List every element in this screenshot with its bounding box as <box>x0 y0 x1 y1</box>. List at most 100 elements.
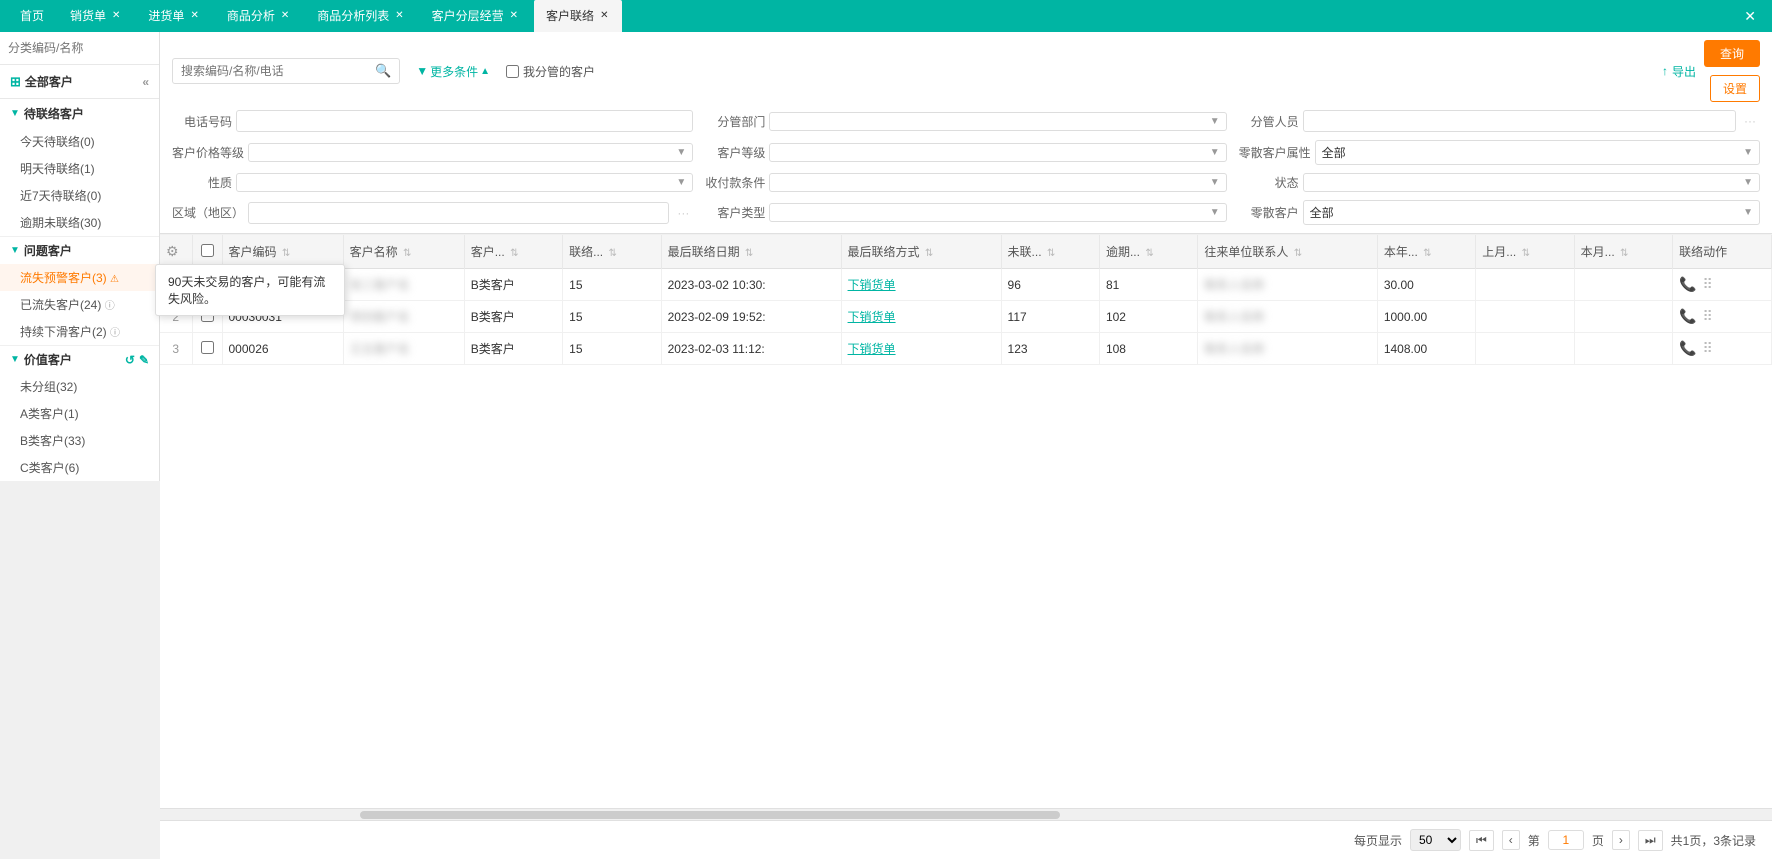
select-all-checkbox[interactable] <box>201 244 214 257</box>
sort-overdue-icon[interactable]: ⇅ <box>1145 248 1153 259</box>
phone-input[interactable] <box>236 110 693 132</box>
more-action-2[interactable]: ⠿ <box>1703 308 1713 325</box>
nav-tab-salesorder[interactable]: 销货单 ✕ <box>58 0 134 32</box>
payment-select[interactable]: ▼ <box>769 173 1226 192</box>
settings-button[interactable]: 设置 <box>1710 75 1760 102</box>
sidebar-item-declining[interactable]: 持续下滑客户(2) ⓘ <box>0 318 159 345</box>
chevron-up-icon: ▲ <box>480 66 490 77</box>
horizontal-scrollbar[interactable] <box>160 808 1772 820</box>
dept-select[interactable]: ▼ <box>769 112 1226 131</box>
export-button[interactable]: ↑ 导出 <box>1662 63 1696 80</box>
area-more-icon[interactable]: ··· <box>673 206 693 220</box>
more-action-1[interactable]: ⠿ <box>1703 276 1713 293</box>
next-page-button[interactable]: › <box>1612 830 1630 850</box>
filter-search-input[interactable] <box>181 64 371 78</box>
price-level-label: 客户价格等级 <box>172 144 244 161</box>
row-checkbox-3[interactable] <box>192 333 222 365</box>
sidebar-item-tomorrow[interactable]: 明天待联络(1) <box>0 155 159 182</box>
sidebar-item-a-class[interactable]: A类客户(1) <box>0 400 159 427</box>
sort-date-icon[interactable]: ⇅ <box>745 248 753 259</box>
row-thismonth-2 <box>1574 301 1672 333</box>
sort-type-icon[interactable]: ⇅ <box>510 248 518 259</box>
zero-attr-select[interactable]: 全部 ▼ <box>1315 140 1760 165</box>
section-pending-contact[interactable]: ▼ 待联络客户 <box>0 99 159 128</box>
query-button[interactable]: 查询 <box>1704 40 1760 67</box>
sidebar-item-today[interactable]: 今天待联络(0) <box>0 128 159 155</box>
filter-zero-customer-row: 零散客户 全部 ▼ <box>1239 200 1760 225</box>
filter-customer-type-row: 客户类型 ▼ <box>705 200 1226 225</box>
sort-thismonth-icon[interactable]: ⇅ <box>1620 248 1628 259</box>
sidebar-item-c-class[interactable]: C类客户(6) <box>0 454 159 481</box>
sidebar-item-ungrouped[interactable]: 未分组(32) <box>0 373 159 400</box>
prev-page-button[interactable]: ‹ <box>1502 830 1520 850</box>
close-segment-icon[interactable]: ✕ <box>508 0 520 32</box>
close-all-tabs-button[interactable]: ✕ <box>1736 8 1764 25</box>
call-action-3[interactable]: 📞 <box>1679 340 1696 357</box>
gender-select[interactable]: ▼ <box>236 173 693 192</box>
row-name-1: 张三客户名 <box>343 269 464 301</box>
sidebar-item-churned[interactable]: 已流失客户(24) ⓘ <box>0 291 159 318</box>
top-nav: 首页 销货单 ✕ 进货单 ✕ 商品分析 ✕ 商品分析列表 ✕ 客户分层经营 ✕ … <box>0 0 1772 32</box>
sidebar-search-input[interactable] <box>8 41 160 55</box>
sort-year-icon[interactable]: ⇅ <box>1423 248 1431 259</box>
filter-search-icon[interactable]: 🔍 <box>375 63 391 79</box>
nav-tab-customer-segment[interactable]: 客户分层经营 ✕ <box>420 0 532 32</box>
last-page-button[interactable]: ⏭ <box>1638 830 1663 851</box>
nav-home[interactable]: 首页 <box>8 0 56 32</box>
more-action-3[interactable]: ⠿ <box>1703 340 1713 357</box>
price-level-select[interactable]: ▼ <box>248 143 693 162</box>
sidebar-item-b-class[interactable]: B类客户(33) <box>0 427 159 454</box>
manager-input[interactable] <box>1303 110 1736 132</box>
nav-tab-analysis[interactable]: 商品分析 ✕ <box>215 0 303 32</box>
more-conditions-button[interactable]: ▼ 更多条件 ▲ <box>408 59 498 84</box>
nav-tab-analysis-list[interactable]: 商品分析列表 ✕ <box>305 0 417 32</box>
call-action-1[interactable]: 📞 <box>1679 276 1696 293</box>
sort-code-icon[interactable]: ⇅ <box>282 248 290 259</box>
section-problem-customers[interactable]: ▼ 问题客户 <box>0 236 159 264</box>
value-edit-icon[interactable]: ✎ <box>139 353 149 367</box>
sort-unit-icon[interactable]: ⇅ <box>1294 248 1302 259</box>
sort-contact-icon[interactable]: ⇅ <box>609 248 617 259</box>
sort-lastmonth-icon[interactable]: ⇅ <box>1522 248 1530 259</box>
sidebar-collapse-icon[interactable]: « <box>142 75 149 89</box>
close-analysis-icon[interactable]: ✕ <box>279 0 291 32</box>
scroll-thumb[interactable] <box>360 811 1060 819</box>
customer-type-label: 客户类型 <box>705 204 765 221</box>
manager-more-icon[interactable]: ··· <box>1740 114 1760 128</box>
area-input[interactable] <box>248 202 669 224</box>
row-name-2: 李四客户名 <box>343 301 464 333</box>
close-salesorder-icon[interactable]: ✕ <box>110 0 122 32</box>
area-label: 区域（地区） <box>172 204 244 221</box>
value-refresh-icon[interactable]: ↺ <box>125 353 135 367</box>
nav-tab-purchase[interactable]: 进货单 ✕ <box>136 0 212 32</box>
row-code-3: 000026 <box>222 333 343 365</box>
sort-not-icon[interactable]: ⇅ <box>1047 248 1055 259</box>
sort-name-icon[interactable]: ⇅ <box>403 248 411 259</box>
close-contact-icon[interactable]: ✕ <box>598 0 610 32</box>
row-type-2: B类客户 <box>464 301 562 333</box>
table-settings-icon[interactable]: ⚙ <box>166 243 179 259</box>
customer-type-select[interactable]: ▼ <box>769 203 1226 222</box>
customer-level-select[interactable]: ▼ <box>769 143 1226 162</box>
sidebar-all-customers[interactable]: ⊞ 全部客户 « <box>0 65 159 99</box>
status-select[interactable]: ▼ <box>1303 173 1760 192</box>
nav-tab-customer-contact[interactable]: 客户联络 ✕ <box>534 0 622 32</box>
section-value-customers[interactable]: ▼ 价值客户 ↺ ✎ <box>0 345 159 373</box>
gender-label: 性质 <box>172 174 232 191</box>
page-number-input[interactable] <box>1548 830 1584 850</box>
per-page-select[interactable]: 50 20 100 <box>1410 829 1461 851</box>
my-customers-checkbox-area[interactable]: 我分管的客户 <box>506 63 595 80</box>
sidebar-item-overdue[interactable]: 逾期未联络(30) <box>0 209 159 236</box>
filter-area: 🔍 ▼ 更多条件 ▲ 我分管的客户 ↑ 导出 查询 设置 <box>160 32 1772 234</box>
zero-customer-select[interactable]: 全部 ▼ <box>1303 200 1760 225</box>
price-level-chevron-icon: ▼ <box>676 147 686 158</box>
sort-way-icon[interactable]: ⇅ <box>925 248 933 259</box>
close-analysis-list-icon[interactable]: ✕ <box>393 0 405 32</box>
my-customers-checkbox[interactable] <box>506 65 519 78</box>
sidebar-item-churn-warning[interactable]: 流失预警客户(3) ⚠ <box>0 264 159 291</box>
zero-attr-label: 零散客户属性 <box>1239 144 1311 161</box>
close-purchase-icon[interactable]: ✕ <box>188 0 200 32</box>
sidebar-item-week[interactable]: 近7天待联络(0) <box>0 182 159 209</box>
call-action-2[interactable]: 📞 <box>1679 308 1696 325</box>
first-page-button[interactable]: ⏮ <box>1469 830 1494 851</box>
